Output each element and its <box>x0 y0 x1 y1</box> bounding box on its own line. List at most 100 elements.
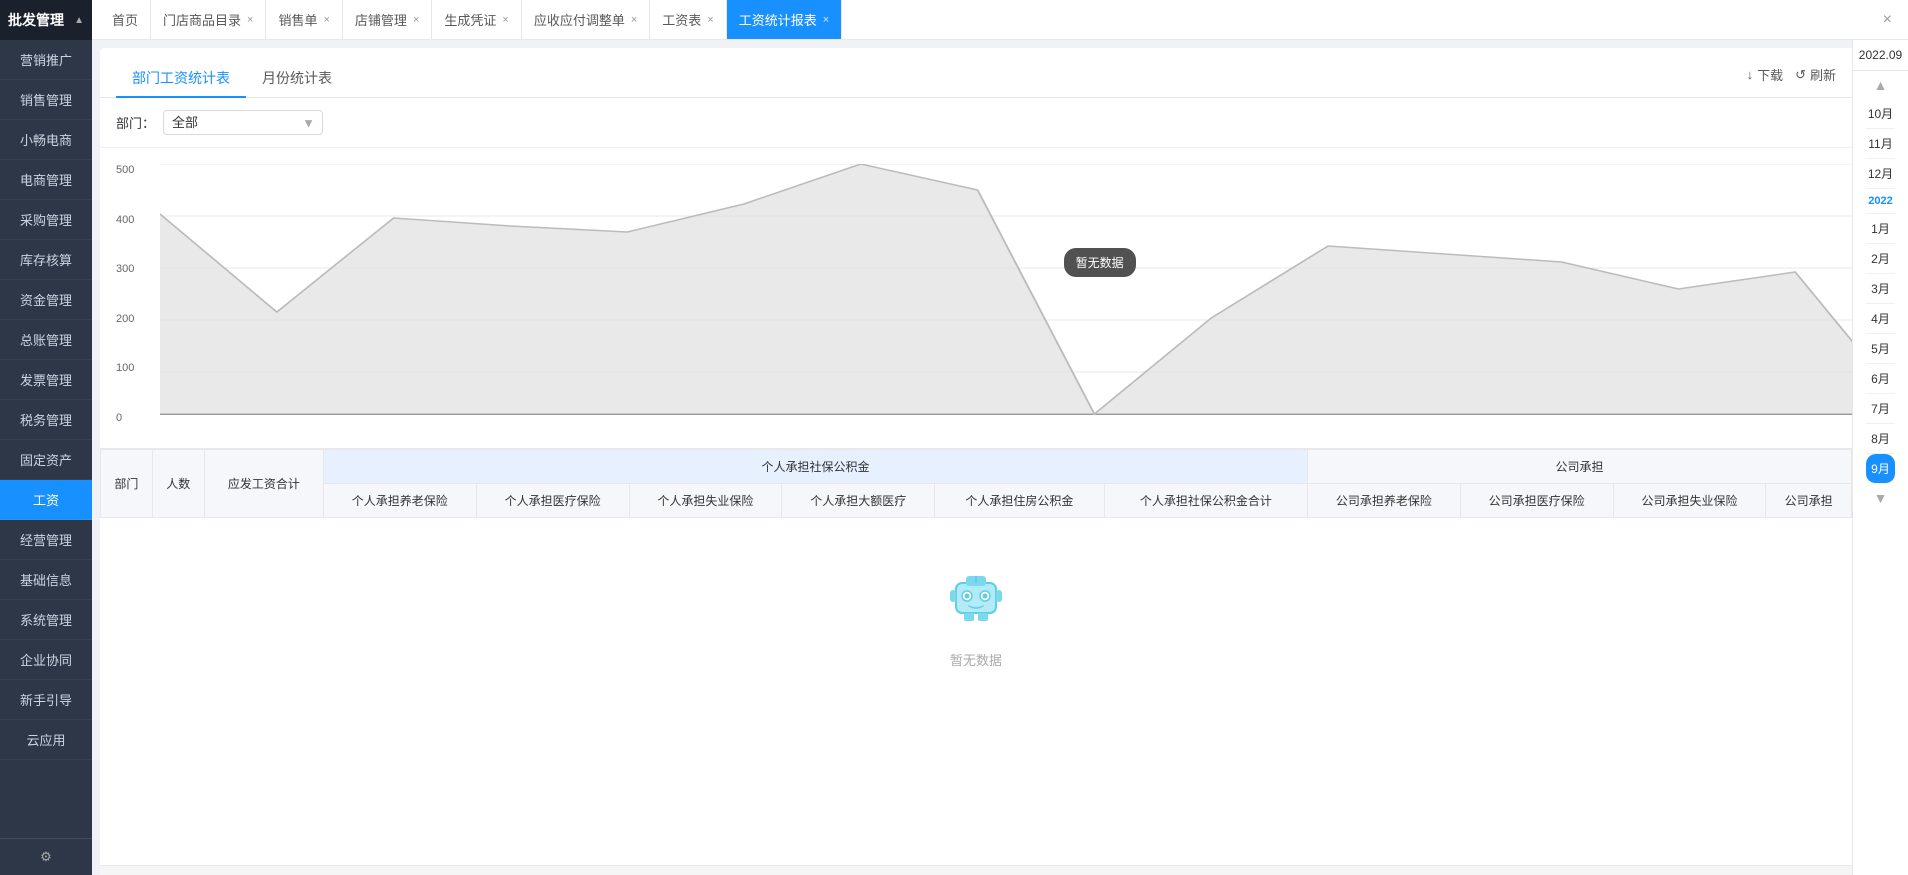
tab-工资表[interactable]: 工资表 × <box>650 0 726 39</box>
tab-label: 销售单 <box>278 10 317 29</box>
scroll-inner <box>100 866 1852 867</box>
tab-label: 工资统计报表 <box>739 10 817 29</box>
col-count: 人数 <box>152 450 204 518</box>
sidebar-item-固定资产[interactable]: 固定资产 <box>0 440 92 480</box>
sub-tabs-container: 部门工资统计表月份统计表 <box>116 60 348 97</box>
tab-label: 应收应付调整单 <box>534 10 625 29</box>
empty-state: 暂无数据 <box>101 518 1852 709</box>
sub-tab-月份统计表[interactable]: 月份统计表 <box>246 60 348 98</box>
date-month-12月[interactable]: 12月 <box>1866 159 1895 189</box>
date-month-4月[interactable]: 4月 <box>1866 304 1895 334</box>
tab-close-icon[interactable]: × <box>631 14 637 26</box>
content-area: 部门工资统计表月份统计表 ↓ 下载 ↺ 刷新 部门： <box>92 40 1908 875</box>
date-month-11月[interactable]: 11月 <box>1866 129 1895 159</box>
date-month-8月[interactable]: 8月 <box>1866 424 1895 454</box>
chart-svg <box>160 164 1852 424</box>
sidebar-item-基础信息[interactable]: 基础信息 <box>0 560 92 600</box>
tab-close-icon[interactable]: × <box>707 14 713 26</box>
tab-生成凭证[interactable]: 生成凭证 × <box>432 0 521 39</box>
main-area: 首页门店商品目录×销售单×店铺管理×生成凭证×应收应付调整单×工资表×工资统计报… <box>92 0 1908 875</box>
refresh-label: 刷新 <box>1810 65 1836 84</box>
tab-close-icon[interactable]: × <box>247 14 253 26</box>
tab-门店商品目录[interactable]: 门店商品目录× <box>151 0 266 39</box>
dept-select[interactable]: 全部 <box>163 110 323 135</box>
sidebar-item-企业协同[interactable]: 企业协同 <box>0 640 92 680</box>
col-personal-group: 个人承担社保公积金 <box>323 450 1307 484</box>
month-list: 10月11月12月20221月2月3月4月5月6月7月8月9月 <box>1866 99 1895 484</box>
tab-店铺管理[interactable]: 店铺管理× <box>343 0 432 39</box>
date-month-1月[interactable]: 1月 <box>1866 214 1895 244</box>
col-company-other: 公司承担 <box>1766 484 1852 518</box>
date-year-label[interactable]: 2022 <box>1866 189 1895 214</box>
date-toggle[interactable]: 2022.09 <box>1853 40 1908 71</box>
sidebar-item-发票管理[interactable]: 发票管理 <box>0 360 92 400</box>
sidebar: 批发管理 ▲ 营销推广销售管理小畅电商电商管理采购管理库存核算资金管理总账管理发… <box>0 0 92 875</box>
y-axis-labels: 500 400 300 200 100 0 <box>116 164 134 424</box>
sidebar-header[interactable]: 批发管理 ▲ <box>0 0 92 40</box>
tab-bar: 首页门店商品目录×销售单×店铺管理×生成凭证×应收应付调整单×工资表×工资统计报… <box>92 0 1908 40</box>
sidebar-item-营销推广[interactable]: 营销推广 <box>0 40 92 80</box>
tab-close-icon[interactable]: × <box>323 14 329 26</box>
close-all-tabs-button[interactable]: × <box>1875 11 1900 29</box>
col-personal-pension: 个人承担养老保险 <box>323 484 476 518</box>
sidebar-item-采购管理[interactable]: 采购管理 <box>0 200 92 240</box>
col-company-medical: 公司承担医疗保险 <box>1460 484 1613 518</box>
col-personal-medical: 个人承担医疗保险 <box>476 484 629 518</box>
download-button[interactable]: ↓ 下载 <box>1747 65 1784 84</box>
sidebar-item-电商管理[interactable]: 电商管理 <box>0 160 92 200</box>
date-nav-down[interactable]: ▼ <box>1853 484 1908 512</box>
table-section[interactable]: 部门 人数 应发工资合计 个人承担社保公积金 公司承担 个人承担养老保险 个人承… <box>100 448 1852 865</box>
sidebar-title: 批发管理 <box>8 10 64 30</box>
sidebar-item-云应用[interactable]: 云应用 <box>0 720 92 760</box>
sidebar-items: 营销推广销售管理小畅电商电商管理采购管理库存核算资金管理总账管理发票管理税务管理… <box>0 40 92 760</box>
tab-label: 工资表 <box>662 10 701 29</box>
sidebar-item-销售管理[interactable]: 销售管理 <box>0 80 92 120</box>
col-personal-total: 个人承担社保公积金合计 <box>1104 484 1307 518</box>
date-month-5月[interactable]: 5月 <box>1866 334 1895 364</box>
dept-select-wrapper: 全部 ▼ <box>163 110 323 135</box>
empty-robot-icon <box>936 558 1016 638</box>
col-personal-unemployment: 个人承担失业保险 <box>629 484 782 518</box>
col-salary: 应发工资合计 <box>204 450 323 518</box>
page-content: 部门工资统计表月份统计表 ↓ 下载 ↺ 刷新 部门： <box>100 48 1852 875</box>
date-month-10月[interactable]: 10月 <box>1866 99 1895 129</box>
sidebar-item-税务管理[interactable]: 税务管理 <box>0 400 92 440</box>
sidebar-item-资金管理[interactable]: 资金管理 <box>0 280 92 320</box>
table-header-row1: 部门 人数 应发工资合计 个人承担社保公积金 公司承担 <box>101 450 1852 484</box>
date-month-3月[interactable]: 3月 <box>1866 274 1895 304</box>
date-month-6月[interactable]: 6月 <box>1866 364 1895 394</box>
sidebar-item-经营管理[interactable]: 经营管理 <box>0 520 92 560</box>
date-month-2月[interactable]: 2月 <box>1866 244 1895 274</box>
table-header: 部门 人数 应发工资合计 个人承担社保公积金 公司承担 个人承担养老保险 个人承… <box>101 450 1852 518</box>
date-month-7月[interactable]: 7月 <box>1866 394 1895 424</box>
tab-close-icon[interactable]: × <box>413 14 419 26</box>
tab-工资统计报表[interactable]: 工资统计报表 × <box>727 0 842 39</box>
data-table: 部门 人数 应发工资合计 个人承担社保公积金 公司承担 个人承担养老保险 个人承… <box>100 449 1852 709</box>
col-company-pension: 公司承担养老保险 <box>1307 484 1460 518</box>
toolbar-right: ↓ 下载 ↺ 刷新 <box>1747 65 1836 92</box>
sidebar-item-工资[interactable]: 工资 <box>0 480 92 520</box>
download-label: 下载 <box>1757 65 1783 84</box>
date-nav-up[interactable]: ▲ <box>1853 71 1908 99</box>
sidebar-item-库存核算[interactable]: 库存核算 <box>0 240 92 280</box>
tab-close-icon[interactable]: × <box>823 14 829 26</box>
settings-icon: ⚙ <box>40 849 52 864</box>
sub-tab-部门工资统计表[interactable]: 部门工资统计表 <box>116 60 246 98</box>
tab-首页[interactable]: 首页 <box>100 0 151 39</box>
tab-label: 生成凭证 <box>444 10 496 29</box>
sidebar-item-系统管理[interactable]: 系统管理 <box>0 600 92 640</box>
col-personal-housing: 个人承担住房公积金 <box>935 484 1105 518</box>
download-icon: ↓ <box>1747 67 1754 82</box>
refresh-button[interactable]: ↺ 刷新 <box>1795 65 1836 84</box>
date-month-9月[interactable]: 9月 <box>1866 454 1895 484</box>
sidebar-item-小畅电商[interactable]: 小畅电商 <box>0 120 92 160</box>
sub-tabs: 部门工资统计表月份统计表 ↓ 下载 ↺ 刷新 <box>100 48 1852 98</box>
tab-应收应付调整单[interactable]: 应收应付调整单 × <box>522 0 650 39</box>
sidebar-settings[interactable]: ⚙ <box>0 838 92 875</box>
col-company-group: 公司承担 <box>1307 450 1851 484</box>
sidebar-item-总账管理[interactable]: 总账管理 <box>0 320 92 360</box>
sidebar-item-新手引导[interactable]: 新手引导 <box>0 680 92 720</box>
tab-close-icon[interactable]: × <box>502 14 508 26</box>
tab-销售单[interactable]: 销售单 × <box>266 0 342 39</box>
horizontal-scrollbar[interactable] <box>100 865 1852 875</box>
